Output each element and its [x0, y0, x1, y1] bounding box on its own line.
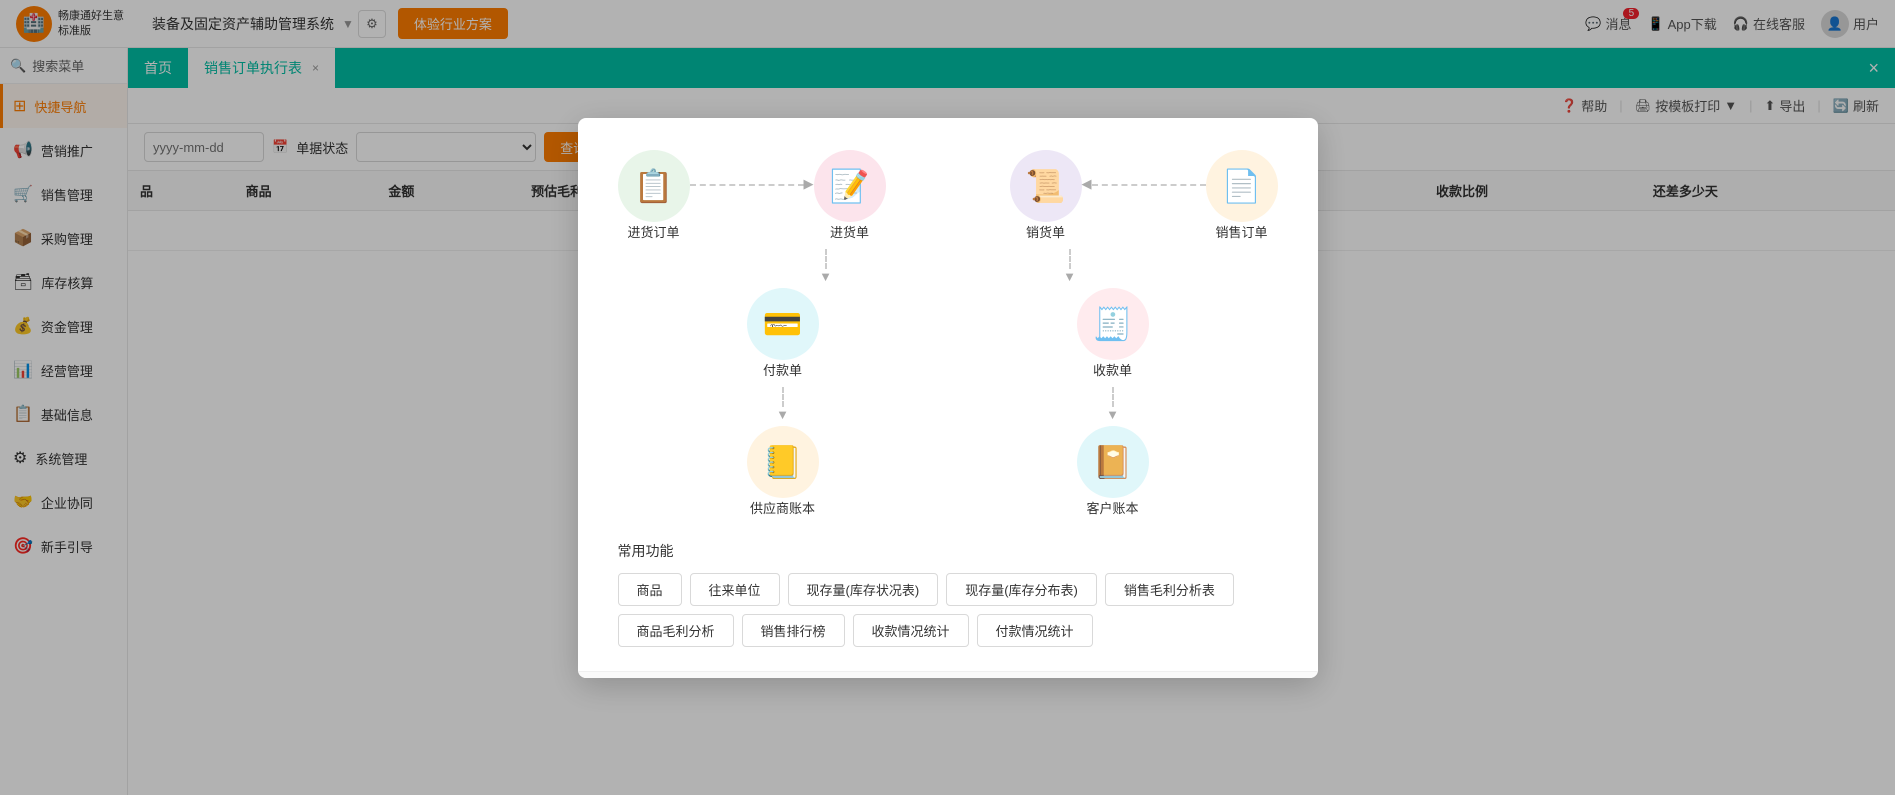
btn-partners[interactable]: 往来单位 — [690, 573, 780, 606]
common-buttons-container: 商品 往来单位 现存量(库存状况表) 现存量(库存分布表) 销售毛利分析表 商品… — [618, 573, 1278, 647]
purchase-bill-icon: 📝 — [814, 150, 886, 222]
btn-receipt-stats[interactable]: 收款情况统计 — [853, 614, 969, 647]
btn-payment-stats[interactable]: 付款情况统计 — [977, 614, 1093, 647]
flow-item-purchase-order[interactable]: 📋 进货订单 — [618, 150, 690, 241]
modal-overlay[interactable]: 📋 进货订单 ▶ 📝 进货单 — [0, 0, 1895, 795]
flow-modal: 📋 进货订单 ▶ 📝 进货单 — [578, 118, 1318, 678]
flow-item-sales-order[interactable]: 📄 销售订单 — [1206, 150, 1278, 241]
sales-bill-icon: 📜 — [1010, 150, 1082, 222]
common-title: 常用功能 — [618, 541, 1278, 561]
payment-icon: 💳 — [747, 288, 819, 360]
btn-sales-gross[interactable]: 销售毛利分析表 — [1105, 573, 1234, 606]
customer-ledger-icon: 📔 — [1077, 426, 1149, 498]
modal-scrollbar: ◀ ▶ — [578, 671, 1318, 678]
common-functions: 常用功能 商品 往来单位 现存量(库存状况表) 现存量(库存分布表) 销售毛利分… — [618, 541, 1278, 647]
flow-item-payment[interactable]: 💳 付款单 — [747, 288, 819, 379]
btn-product-gross[interactable]: 商品毛利分析 — [618, 614, 734, 647]
supplier-ledger-icon: 📒 — [747, 426, 819, 498]
btn-product[interactable]: 商品 — [618, 573, 682, 606]
btn-stock-status[interactable]: 现存量(库存状况表) — [788, 573, 939, 606]
flow-item-purchase-bill[interactable]: 📝 进货单 — [814, 150, 886, 241]
purchase-order-icon: 📋 — [618, 150, 690, 222]
btn-sales-ranking[interactable]: 销售排行榜 — [742, 614, 845, 647]
sales-order-icon: 📄 — [1206, 150, 1278, 222]
receipt-icon: 🧾 — [1077, 288, 1149, 360]
btn-stock-dist[interactable]: 现存量(库存分布表) — [946, 573, 1097, 606]
flow-item-sales-bill[interactable]: 📜 销货单 — [1010, 150, 1082, 241]
flow-item-customer-ledger[interactable]: 📔 客户账本 — [1077, 426, 1149, 517]
flow-item-supplier-ledger[interactable]: 📒 供应商账本 — [747, 426, 819, 517]
flow-item-receipt[interactable]: 🧾 收款单 — [1077, 288, 1149, 379]
